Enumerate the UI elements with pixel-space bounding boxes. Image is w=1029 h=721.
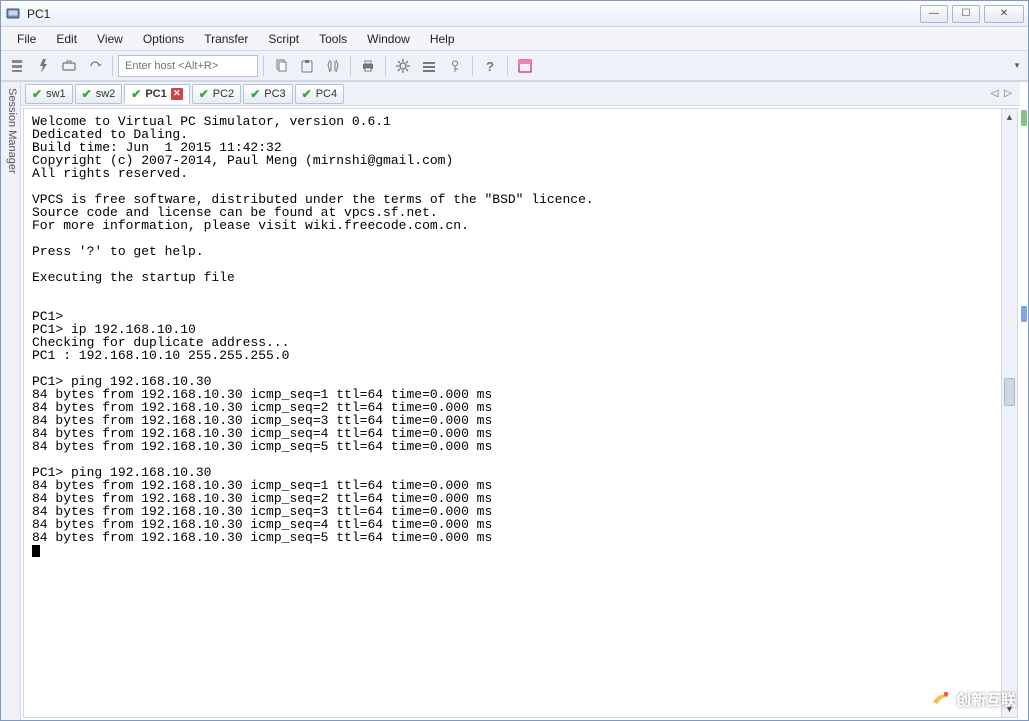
window-title: PC1	[27, 7, 50, 21]
check-icon: ✔	[250, 87, 260, 101]
menu-script[interactable]: Script	[258, 27, 309, 50]
menu-window[interactable]: Window	[357, 27, 420, 50]
check-icon: ✔	[32, 87, 42, 101]
menu-file[interactable]: File	[7, 27, 46, 50]
keymap-icon[interactable]	[443, 54, 467, 78]
settings-icon[interactable]	[391, 54, 415, 78]
tab-scroll-left-icon[interactable]: ◁	[991, 88, 999, 99]
tab-label: PC1	[145, 88, 166, 100]
window-controls: — ☐ ✕	[920, 5, 1024, 23]
print-icon[interactable]	[356, 54, 380, 78]
tab-pc4[interactable]: ✔ PC4	[295, 84, 344, 104]
reconnect-icon[interactable]	[57, 54, 81, 78]
tab-label: sw1	[46, 88, 66, 100]
menu-transfer[interactable]: Transfer	[194, 27, 258, 50]
paste-icon[interactable]	[295, 54, 319, 78]
terminal-cursor	[32, 545, 40, 557]
change-markers	[1020, 82, 1028, 720]
minimize-button[interactable]: —	[920, 5, 948, 23]
menu-bar: File Edit View Options Transfer Script T…	[1, 27, 1028, 51]
toolbar-separator	[507, 56, 508, 76]
check-icon: ✔	[131, 87, 141, 101]
tab-pc1[interactable]: ✔ PC1 ✕	[124, 84, 189, 104]
toolbar-separator	[112, 56, 113, 76]
check-icon: ✔	[199, 87, 209, 101]
tab-label: PC4	[316, 88, 337, 100]
scroll-thumb[interactable]	[1004, 378, 1015, 406]
marker-green	[1021, 110, 1027, 126]
quickconnect-icon[interactable]	[31, 54, 55, 78]
title-bar: PC1 — ☐ ✕	[1, 1, 1028, 27]
tab-label: sw2	[96, 88, 116, 100]
maximize-button[interactable]: ☐	[952, 5, 980, 23]
menu-options[interactable]: Options	[133, 27, 194, 50]
help-icon[interactable]: ?	[478, 54, 502, 78]
marker-blue	[1021, 306, 1027, 322]
toolbar-separator	[350, 56, 351, 76]
terminal-pane: Welcome to Virtual PC Simulator, version…	[23, 108, 1018, 718]
tab-close-icon[interactable]: ✕	[171, 88, 183, 100]
find-icon[interactable]	[321, 54, 345, 78]
host-input[interactable]	[118, 55, 258, 77]
toggle-pane-icon[interactable]	[513, 54, 537, 78]
app-icon	[5, 6, 21, 22]
toolbar-overflow-icon[interactable]: ▾	[1010, 54, 1024, 78]
tabs-nav: ◁ ▷	[991, 88, 1016, 99]
scroll-down-icon[interactable]: ▼	[1002, 701, 1017, 717]
menu-edit[interactable]: Edit	[46, 27, 87, 50]
menu-tools[interactable]: Tools	[309, 27, 357, 50]
tab-sw2[interactable]: ✔ sw2	[75, 84, 123, 104]
copy-icon[interactable]	[269, 54, 293, 78]
vertical-scrollbar[interactable]: ▲ ▼	[1001, 109, 1017, 717]
tab-pc3[interactable]: ✔ PC3	[243, 84, 292, 104]
profiles-icon[interactable]	[5, 54, 29, 78]
scroll-up-icon[interactable]: ▲	[1002, 109, 1017, 125]
scroll-track[interactable]	[1002, 125, 1017, 701]
toolbar-separator	[385, 56, 386, 76]
terminal-output[interactable]: Welcome to Virtual PC Simulator, version…	[24, 109, 1001, 717]
menu-help[interactable]: Help	[420, 27, 465, 50]
tab-sw1[interactable]: ✔ sw1	[25, 84, 73, 104]
check-icon: ✔	[302, 87, 312, 101]
session-tabs: ✔ sw1 ✔ sw2 ✔ PC1 ✕ ✔ PC2 ✔	[21, 82, 1020, 106]
session-options-icon[interactable]	[417, 54, 441, 78]
tab-scroll-right-icon[interactable]: ▷	[1004, 88, 1012, 99]
tab-label: PC2	[213, 88, 234, 100]
app-window: PC1 — ☐ ✕ File Edit View Options Transfe…	[0, 0, 1029, 721]
close-button[interactable]: ✕	[984, 5, 1024, 23]
toolbar: ? ▾	[1, 51, 1028, 81]
menu-view[interactable]: View	[87, 27, 133, 50]
disconnect-icon[interactable]	[83, 54, 107, 78]
svg-text:?: ?	[486, 59, 494, 73]
tab-label: PC3	[264, 88, 285, 100]
check-icon: ✔	[82, 87, 92, 101]
session-manager-tab[interactable]: Session Manager	[1, 82, 21, 720]
toolbar-separator	[472, 56, 473, 76]
toolbar-separator	[263, 56, 264, 76]
tab-pc2[interactable]: ✔ PC2	[192, 84, 241, 104]
